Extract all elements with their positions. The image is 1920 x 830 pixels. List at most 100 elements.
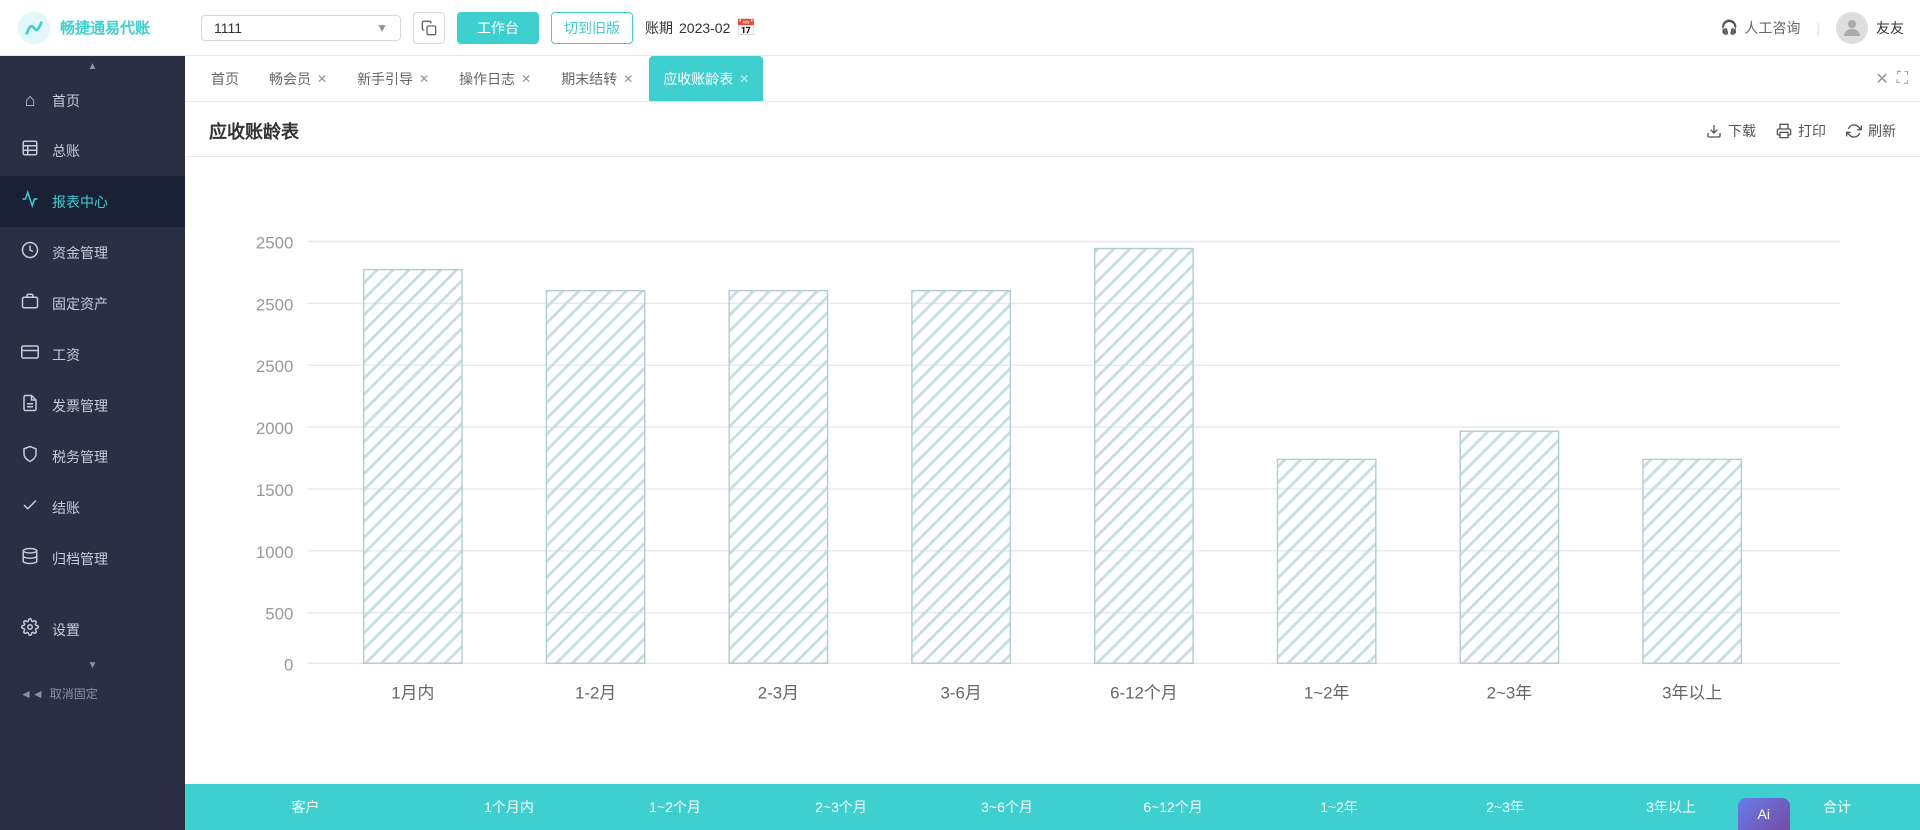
sidebar-item-assets[interactable]: 固定资产 bbox=[0, 278, 185, 329]
sidebar-label-invoice: 发票管理 bbox=[52, 396, 108, 416]
bar-1 bbox=[364, 270, 462, 664]
bar-3 bbox=[729, 291, 827, 664]
user-area[interactable]: 友友 bbox=[1836, 12, 1904, 44]
bar-4 bbox=[912, 291, 1010, 664]
refresh-button[interactable]: 刷新 bbox=[1846, 121, 1896, 141]
company-name: 1111 bbox=[214, 20, 368, 36]
tab-aging-close[interactable]: ✕ bbox=[739, 72, 749, 86]
app-name: 畅捷通易代账 bbox=[60, 17, 150, 38]
page-actions: 下载 打印 刷新 bbox=[1706, 121, 1896, 141]
bar-8 bbox=[1643, 459, 1741, 663]
sidebar-label-funds: 资金管理 bbox=[52, 243, 108, 263]
tab-period-close[interactable]: 期末结转 ✕ bbox=[547, 56, 647, 101]
svg-text:500: 500 bbox=[265, 605, 293, 624]
tab-oplog[interactable]: 操作日志 ✕ bbox=[445, 56, 545, 101]
svg-text:3年以上: 3年以上 bbox=[1662, 683, 1722, 702]
content-area: 首页 畅会员 ✕ 新手引导 ✕ 操作日志 ✕ 期末结转 ✕ 应收账龄表 ✕ bbox=[185, 56, 1920, 830]
unpin-label: 取消固定 bbox=[50, 685, 98, 702]
sidebar-item-settings[interactable]: 设置 bbox=[0, 604, 185, 655]
salary-icon bbox=[20, 343, 40, 366]
svg-text:3-6月: 3-6月 bbox=[941, 683, 982, 702]
sidebar-label-ledger: 总账 bbox=[52, 141, 80, 161]
sidebar-label-settle: 结账 bbox=[52, 498, 80, 518]
sidebar-item-ledger[interactable]: 总账 bbox=[0, 125, 185, 176]
tab-period-close-close[interactable]: ✕ bbox=[623, 72, 633, 86]
page-title: 应收账龄表 bbox=[209, 118, 299, 144]
sidebar-item-invoice[interactable]: 发票管理 bbox=[0, 380, 185, 431]
sidebar-label-salary: 工资 bbox=[52, 345, 80, 365]
page-header: 应收账龄表 下载 打印 bbox=[185, 102, 1920, 157]
table-footer-col-3: 2~3个月 bbox=[758, 797, 924, 817]
svg-text:1000: 1000 bbox=[256, 543, 294, 562]
sidebar-item-home[interactable]: ⌂ 首页 bbox=[0, 76, 185, 125]
sidebar-label-reports: 报表中心 bbox=[52, 192, 108, 212]
settings-icon bbox=[20, 618, 40, 641]
sidebar-label-tax: 税务管理 bbox=[52, 447, 108, 467]
header-right: 🎧 人工咨询 | 友友 bbox=[1721, 12, 1904, 44]
refresh-label: 刷新 bbox=[1868, 121, 1896, 141]
tab-guide[interactable]: 新手引导 ✕ bbox=[343, 56, 443, 101]
copy-button[interactable] bbox=[413, 12, 445, 44]
page-content: 应收账龄表 下载 打印 bbox=[185, 102, 1920, 830]
svg-text:2-3月: 2-3月 bbox=[758, 683, 799, 702]
workbench-button[interactable]: 工作台 bbox=[457, 12, 539, 44]
switch-version-button[interactable]: 切到旧版 bbox=[551, 12, 633, 44]
company-selector[interactable]: 1111 ▼ bbox=[201, 15, 401, 41]
settle-icon bbox=[20, 496, 40, 519]
tabs-right: ✕ ⛶ bbox=[1875, 69, 1908, 89]
chart-wrapper: 2500 2500 2500 2000 1500 1000 500 0 bbox=[185, 157, 1920, 784]
print-label: 打印 bbox=[1798, 121, 1826, 141]
tab-aging[interactable]: 应收账龄表 ✕ bbox=[649, 56, 763, 101]
svg-text:2500: 2500 bbox=[256, 295, 294, 314]
avatar bbox=[1836, 12, 1868, 44]
tab-home[interactable]: 首页 bbox=[197, 56, 253, 101]
sidebar-item-tax[interactable]: 税务管理 bbox=[0, 431, 185, 482]
download-icon bbox=[1706, 123, 1722, 139]
svg-text:2000: 2000 bbox=[256, 419, 294, 438]
table-footer-col-6: 1~2年 bbox=[1256, 797, 1422, 817]
close-all-tabs-button[interactable]: ✕ bbox=[1875, 69, 1888, 89]
sidebar-item-funds[interactable]: 资金管理 bbox=[0, 227, 185, 278]
sidebar-label-assets: 固定资产 bbox=[52, 294, 108, 314]
logo-area: 畅捷通易代账 bbox=[16, 10, 201, 46]
tab-guide-close[interactable]: ✕ bbox=[419, 72, 429, 86]
bar-2 bbox=[546, 291, 644, 664]
svg-text:6-12个月: 6-12个月 bbox=[1110, 683, 1177, 702]
tab-aging-label: 应收账龄表 bbox=[663, 69, 733, 89]
bar-chart: 2500 2500 2500 2000 1500 1000 500 0 bbox=[209, 177, 1896, 784]
ai-badge-label: Ai bbox=[1758, 806, 1770, 822]
sidebar-item-archive[interactable]: 归档管理 bbox=[0, 533, 185, 584]
header: 畅捷通易代账 1111 ▼ 工作台 切到旧版 账期 2023-02 📅 🎧 人工… bbox=[0, 0, 1920, 56]
expand-button[interactable]: ⛶ bbox=[1897, 70, 1908, 88]
table-footer-col-4: 3~6个月 bbox=[924, 797, 1090, 817]
archive-icon bbox=[20, 547, 40, 570]
tab-oplog-close[interactable]: ✕ bbox=[521, 72, 531, 86]
tabs-bar: 首页 畅会员 ✕ 新手引导 ✕ 操作日志 ✕ 期末结转 ✕ 应收账龄表 ✕ bbox=[185, 56, 1920, 102]
sidebar-item-settle[interactable]: 结账 bbox=[0, 482, 185, 533]
main-layout: ▲ ⌂ 首页 总账 报表中心 bbox=[0, 56, 1920, 830]
table-footer-col-7: 2~3年 bbox=[1422, 797, 1588, 817]
calendar-icon[interactable]: 📅 bbox=[736, 18, 756, 38]
svg-text:0: 0 bbox=[284, 655, 293, 674]
table-footer: 客户 1个月内 1~2个月 2~3个月 3~6个月 6~12个月 1~2年 2~… bbox=[185, 784, 1920, 830]
sidebar-scroll-down[interactable]: ▼ bbox=[0, 655, 185, 675]
chart-container: 2500 2500 2500 2000 1500 1000 500 0 bbox=[209, 177, 1896, 784]
sidebar-item-reports[interactable]: 报表中心 bbox=[0, 176, 185, 227]
sidebar-scroll-up[interactable]: ▲ bbox=[0, 56, 185, 76]
ai-badge[interactable]: Ai bbox=[1738, 798, 1790, 830]
table-footer-col-8: 3年以上 bbox=[1588, 797, 1754, 817]
table-footer-col-5: 6~12个月 bbox=[1090, 797, 1256, 817]
consult-button[interactable]: 🎧 人工咨询 bbox=[1721, 18, 1800, 38]
print-button[interactable]: 打印 bbox=[1776, 121, 1826, 141]
pin-icon: ◄◄ bbox=[20, 687, 44, 701]
svg-text:1~2年: 1~2年 bbox=[1304, 683, 1350, 702]
sidebar-item-salary[interactable]: 工资 bbox=[0, 329, 185, 380]
download-button[interactable]: 下载 bbox=[1706, 121, 1756, 141]
unpin-button[interactable]: ◄◄ 取消固定 bbox=[0, 675, 185, 712]
svg-text:2500: 2500 bbox=[256, 357, 294, 376]
chevron-down-icon: ▼ bbox=[376, 21, 388, 35]
svg-text:2~3年: 2~3年 bbox=[1487, 683, 1533, 702]
tab-member-close[interactable]: ✕ bbox=[317, 72, 327, 86]
tab-member[interactable]: 畅会员 ✕ bbox=[255, 56, 341, 101]
consult-label: 人工咨询 bbox=[1744, 18, 1800, 38]
